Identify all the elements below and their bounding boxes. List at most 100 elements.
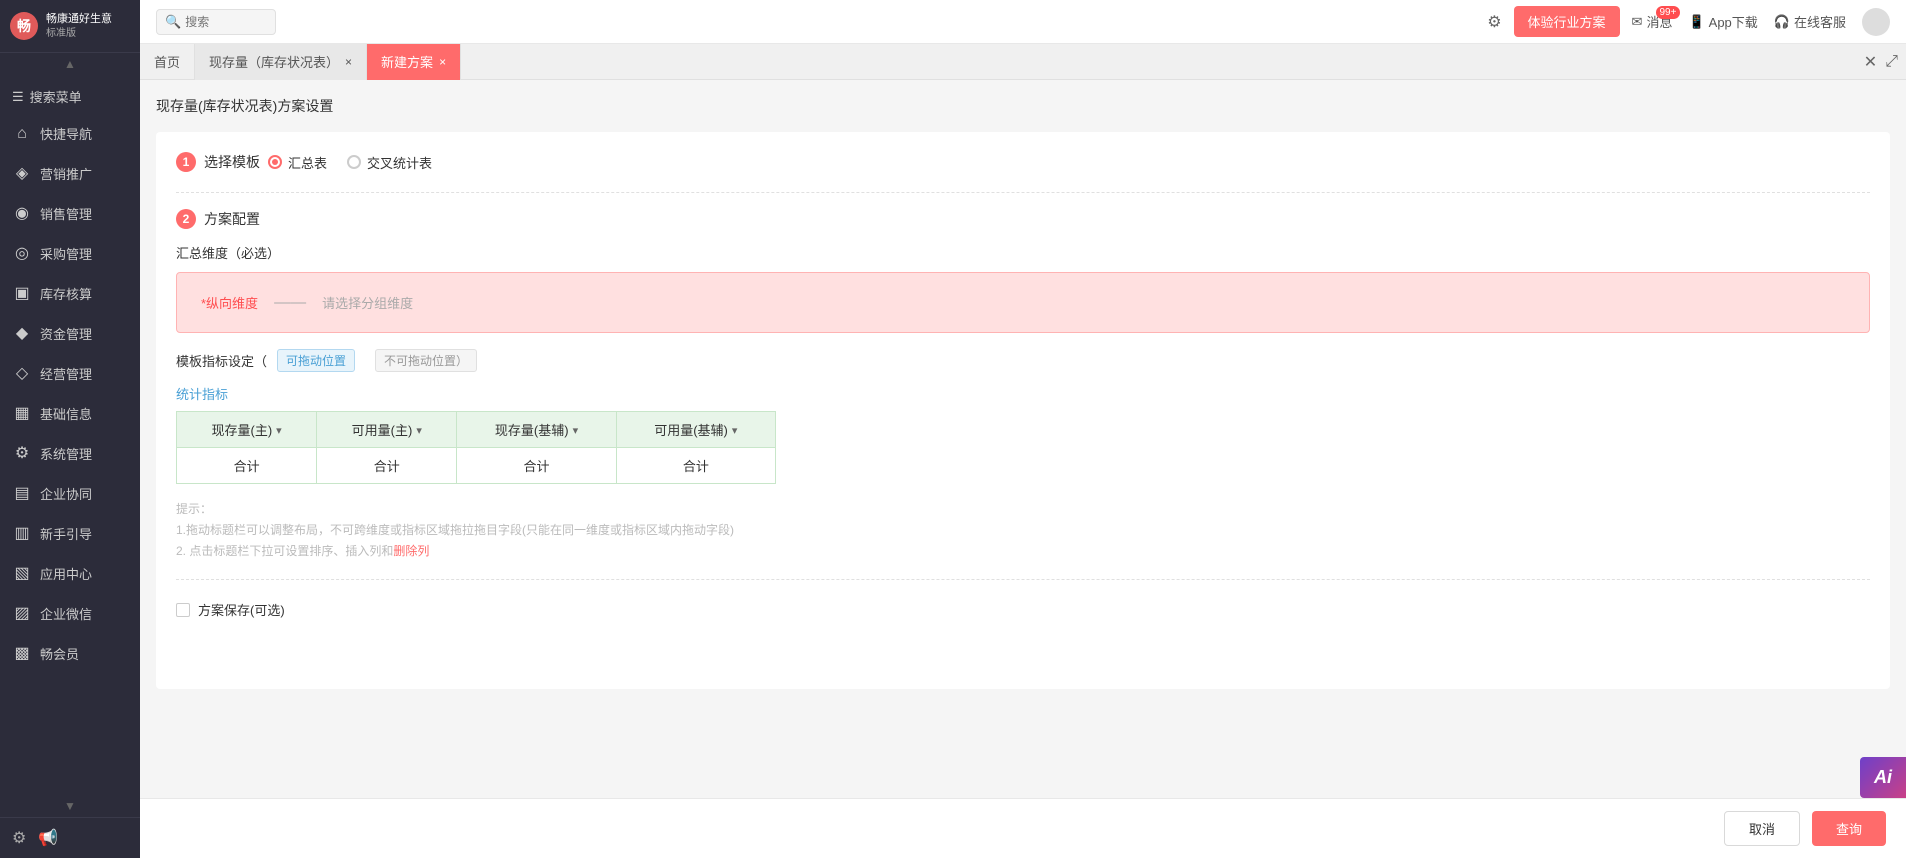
radio-cross[interactable]: 交叉统计表	[347, 153, 432, 172]
sidebar-item-member[interactable]: ▩ 畅会员	[0, 633, 140, 673]
query-button[interactable]: 查询	[1812, 811, 1886, 846]
purchase-icon: ◎	[12, 243, 32, 263]
sidebar-item-sales[interactable]: ◉ 销售管理	[0, 193, 140, 233]
tabs-close-icon[interactable]: ✕	[1864, 52, 1877, 72]
sidebar-item-quick-nav[interactable]: ⌂ 快捷导航	[0, 114, 140, 153]
tabs-bar: 首页 现存量（库存状况表） × 新建方案 × ✕ ⤢	[140, 44, 1906, 80]
footer-bar: 取消 查询	[140, 798, 1906, 858]
stat-label: 统计指标	[176, 384, 1870, 403]
sidebar-item-inventory[interactable]: ▣ 库存核算	[0, 273, 140, 313]
messages-badge: 99+	[1656, 6, 1681, 19]
indicator-setting: 模板指标设定（ 可拖动位置 不可拖动位置）	[176, 349, 1870, 372]
col-current-main-chevron[interactable]	[276, 422, 282, 437]
step1-header: 1 选择模板 汇总表 交叉统计表	[176, 152, 1870, 172]
sidebar-logo: 畅 畅康通好生意 标准版	[0, 0, 140, 53]
settings-icon[interactable]: ⚙	[12, 828, 26, 848]
sidebar-bottom: ⚙ 📢	[0, 817, 140, 858]
tab-new-scheme[interactable]: 新建方案 ×	[367, 44, 461, 80]
tab-home[interactable]: 首页	[140, 44, 195, 80]
sidebar-item-label: 系统管理	[40, 444, 92, 463]
quick-nav-icon: ⌂	[12, 125, 32, 143]
vertical-dim-required: *纵向维度	[201, 293, 258, 312]
summary-dim-label: 汇总维度（必选）	[176, 243, 1870, 262]
sidebar-item-label: 库存核算	[40, 284, 92, 303]
sidebar-item-purchase[interactable]: ◎ 采购管理	[0, 233, 140, 273]
sidebar-item-app-center[interactable]: ▧ 应用中心	[0, 553, 140, 593]
sidebar-item-marketing[interactable]: ◈ 营销推广	[0, 153, 140, 193]
col-current-main-label: 现存量(主)	[211, 420, 272, 439]
online-service-label: 在线客服	[1794, 12, 1846, 31]
topbar: 🔍 ⚙ 体验行业方案 ✉ 消息 99+ 📱 App下载 🎧 在线客服	[140, 0, 1906, 44]
scroll-down-arrow[interactable]: ▼	[64, 799, 76, 813]
sidebar-item-label: 企业微信	[40, 604, 92, 623]
col-header-current-aux[interactable]: 现存量(基辅)	[457, 412, 616, 448]
scroll-down[interactable]: ▼	[0, 795, 140, 817]
speaker-icon[interactable]: 📢	[38, 828, 58, 848]
tab-inventory-status-label: 现存量（库存状况表）	[209, 52, 339, 71]
col-available-main-label: 可用量(主)	[352, 420, 413, 439]
scroll-up-arrow[interactable]: ▲	[64, 57, 76, 71]
online-service-item[interactable]: 🎧 在线客服	[1774, 12, 1846, 31]
messages-item[interactable]: ✉ 消息 99+	[1632, 12, 1673, 31]
sidebar-item-label: 快捷导航	[40, 124, 92, 143]
topbar-gear-icon[interactable]: ⚙	[1487, 12, 1501, 32]
tab-inventory-status[interactable]: 现存量（库存状况表） ×	[195, 44, 367, 80]
sidebar-item-finance[interactable]: ◆ 资金管理	[0, 313, 140, 353]
tabs-expand-icon[interactable]: ⤢	[1885, 53, 1898, 71]
tab-new-scheme-label: 新建方案	[381, 52, 433, 71]
topbar-search-input[interactable]	[185, 15, 265, 29]
save-scheme-label: 方案保存(可选)	[198, 600, 285, 619]
sidebar-item-label: 采购管理	[40, 244, 92, 263]
table-row: 合计 合计 合计 合计	[177, 448, 776, 484]
trial-button[interactable]: 体验行业方案	[1514, 6, 1620, 37]
col-header-current-main[interactable]: 现存量(主)	[177, 412, 317, 448]
sidebar: 畅 畅康通好生意 标准版 ▲ ☰ 搜索菜单 ⌂ 快捷导航 ◈ 营销推广 ◉ 销售…	[0, 0, 140, 858]
app-center-icon: ▧	[12, 563, 32, 583]
sidebar-item-operations[interactable]: ◇ 经营管理	[0, 353, 140, 393]
col-header-available-main[interactable]: 可用量(主)	[317, 412, 457, 448]
radio-summary-label: 汇总表	[288, 153, 327, 172]
cancel-button[interactable]: 取消	[1724, 811, 1800, 846]
col-available-aux-chevron[interactable]	[732, 422, 738, 437]
col-current-aux-label: 现存量(基辅)	[495, 420, 569, 439]
marketing-icon: ◈	[12, 163, 32, 183]
app-download-label: App下载	[1709, 12, 1758, 31]
sidebar-item-search-menu[interactable]: ☰ 搜索菜单	[0, 79, 140, 114]
col-current-aux-chevron[interactable]	[573, 422, 579, 437]
ai-badge[interactable]: Ai	[1860, 757, 1906, 798]
sidebar-item-wechat[interactable]: ▨ 企业微信	[0, 593, 140, 633]
sidebar-item-system[interactable]: ⚙ 系统管理	[0, 433, 140, 473]
user-avatar[interactable]	[1862, 8, 1890, 36]
tip-1: 1.拖动标题栏可以调整布局，不可跨维度或指标区域拖拉拖目字段(只能在同一维度或指…	[176, 521, 1870, 538]
save-scheme-checkbox[interactable]	[176, 603, 190, 617]
col-available-main-chevron[interactable]	[416, 422, 422, 437]
radio-summary-circle	[268, 155, 282, 169]
app-download-item[interactable]: 📱 App下载	[1688, 12, 1757, 31]
online-service-icon: 🎧	[1774, 14, 1790, 30]
radio-summary[interactable]: 汇总表	[268, 153, 327, 172]
delete-col-link[interactable]: 删除列	[393, 544, 429, 558]
sidebar-item-newcomer[interactable]: ▥ 新手引导	[0, 513, 140, 553]
app-download-icon: 📱	[1688, 14, 1704, 30]
topbar-right: ✉ 消息 99+ 📱 App下载 🎧 在线客服	[1632, 8, 1890, 36]
topbar-search-box[interactable]: 🔍	[156, 9, 276, 35]
tab-new-scheme-close-icon[interactable]: ×	[439, 55, 446, 69]
sidebar-item-cooperation[interactable]: ▤ 企业协同	[0, 473, 140, 513]
save-scheme-section: 方案保存(可选)	[176, 600, 1870, 619]
operations-icon: ◇	[12, 363, 32, 383]
col-header-available-aux[interactable]: 可用量(基辅)	[616, 412, 775, 448]
tabs-right-controls: ✕ ⤢	[1864, 52, 1906, 72]
wechat-icon: ▨	[12, 603, 32, 623]
vertical-dim-area[interactable]: *纵向维度 —— 请选择分组维度	[176, 272, 1870, 333]
system-icon: ⚙	[12, 443, 32, 463]
tab-inventory-close-icon[interactable]: ×	[345, 55, 352, 69]
sidebar-nav: ☰ 搜索菜单 ⌂ 快捷导航 ◈ 营销推广 ◉ 销售管理 ◎ 采购管理 ▣ 库存核…	[0, 75, 140, 795]
sidebar-item-basic-info[interactable]: ▦ 基础信息	[0, 393, 140, 433]
sales-icon: ◉	[12, 203, 32, 223]
step1-section: 1 选择模板 汇总表 交叉统计表	[176, 152, 1870, 172]
indicator-immovable-tag: 不可拖动位置）	[375, 349, 477, 372]
step2-num: 2	[176, 209, 196, 229]
tip-title: 提示：	[176, 500, 1870, 517]
cell-available-main-sub: 合计	[317, 448, 457, 484]
scroll-up[interactable]: ▲	[0, 53, 140, 75]
